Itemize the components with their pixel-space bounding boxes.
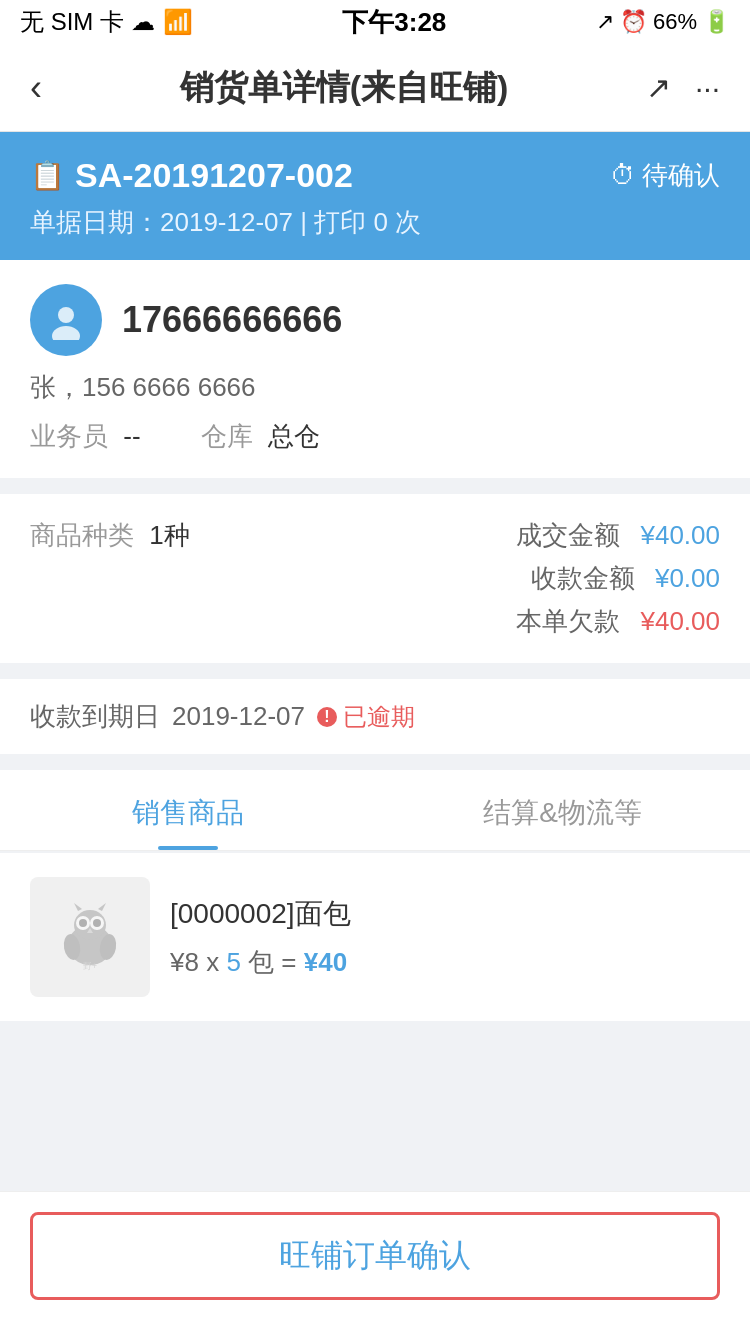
status-left: 无 SIM 卡 ☁ 📶 — [20, 6, 193, 38]
customer-meta: 业务员 -- 仓库 总仓 — [30, 419, 720, 454]
customer-name: 张，156 6666 6666 — [30, 370, 720, 405]
sim-label: 无 SIM 卡 ☁ — [20, 6, 155, 38]
back-button[interactable]: ‹ — [30, 67, 42, 109]
svg-text:野+: 野+ — [83, 961, 97, 971]
svg-point-6 — [79, 919, 87, 927]
due-date-value: 2019-12-07 — [172, 701, 305, 732]
order-date: 单据日期：2019-12-07 | 打印 0 次 — [30, 205, 720, 240]
sales-rep-value: -- — [123, 421, 140, 451]
bottom-bar: 旺铺订单确认 — [0, 1191, 750, 1334]
deal-amount-value: ¥40.00 — [640, 520, 720, 551]
share-icon[interactable]: ↗ — [646, 70, 671, 105]
svg-marker-12 — [98, 903, 106, 911]
equals-sign: = — [281, 947, 303, 977]
warehouse-label: 仓库 — [201, 421, 253, 451]
product-name: [0000002]面包 — [170, 895, 720, 933]
battery-icon: 🔋 — [703, 9, 730, 35]
status-right: ↗ ⏰ 66% 🔋 — [596, 9, 730, 35]
due-date-row: 收款到期日 2019-12-07 ! 已逾期 — [0, 679, 750, 754]
overdue-text: 已逾期 — [343, 701, 415, 733]
product-type-label: 商品种类 — [30, 520, 134, 550]
owed-amount-label: 本单欠款 — [516, 604, 620, 639]
deal-amount-label: 成交金额 — [516, 518, 620, 553]
clock-icon: ⏱ — [610, 160, 636, 191]
amounts-section: 成交金额 ¥40.00 收款金额 ¥0.00 本单欠款 ¥40.00 — [516, 518, 720, 639]
deal-amount-row: 成交金额 ¥40.00 — [516, 518, 720, 553]
order-status-badge: ⏱ 待确认 — [610, 158, 720, 193]
svg-point-7 — [93, 919, 101, 927]
alarm-icon: ⏰ — [620, 9, 647, 35]
product-type-field: 商品种类 1种 — [30, 518, 190, 553]
order-status-text: 待确认 — [642, 158, 720, 193]
received-amount-label: 收款金额 — [531, 561, 635, 596]
svg-point-1 — [52, 326, 80, 340]
received-amount-row: 收款金额 ¥0.00 — [531, 561, 720, 596]
product-price-row: ¥8 x 5 包 = ¥40 — [170, 945, 720, 980]
owed-amount-row: 本单欠款 ¥40.00 — [516, 604, 720, 639]
product-thumbnail: 野+ — [30, 877, 150, 997]
product-total: ¥40 — [304, 947, 347, 977]
product-name-text: 面包 — [295, 898, 351, 929]
summary-card: 商品种类 1种 成交金额 ¥40.00 收款金额 ¥0.00 本单欠款 ¥40.… — [0, 494, 750, 663]
product-qty: 5 — [226, 947, 240, 977]
warehouse-field: 仓库 总仓 — [201, 419, 320, 454]
sales-rep-label: 业务员 — [30, 421, 108, 451]
customer-phone: 17666666666 — [122, 299, 342, 341]
nav-actions: ↗ ··· — [646, 70, 720, 105]
due-date-label: 收款到期日 — [30, 699, 160, 734]
avatar — [30, 284, 102, 356]
svg-point-0 — [58, 307, 74, 323]
tab-settlement-label: 结算&物流等 — [483, 797, 642, 828]
customer-card: 17666666666 张，156 6666 6666 业务员 -- 仓库 总仓 — [0, 260, 750, 478]
order-number: 📋 SA-20191207-002 — [30, 156, 353, 195]
overdue-badge: ! 已逾期 — [317, 701, 415, 733]
nav-bar: ‹ 销货单详情(来自旺铺) ↗ ··· — [0, 44, 750, 132]
product-type-value: 1种 — [149, 520, 189, 550]
tab-sales-products-label: 销售商品 — [132, 797, 244, 828]
product-info: [0000002]面包 ¥8 x 5 包 = ¥40 — [170, 895, 720, 980]
more-icon[interactable]: ··· — [695, 71, 720, 105]
confirm-order-button[interactable]: 旺铺订单确认 — [30, 1212, 720, 1300]
overdue-icon: ! — [317, 707, 337, 727]
product-section: 野+ [0000002]面包 ¥8 x 5 包 = ¥40 — [0, 853, 750, 1021]
battery-label: 66% — [653, 9, 697, 35]
owed-amount-value: ¥40.00 — [640, 606, 720, 637]
wifi-icon: 📶 — [163, 8, 193, 36]
multiply-sign: x — [206, 947, 226, 977]
status-bar: 无 SIM 卡 ☁ 📶 下午3:28 ↗ ⏰ 66% 🔋 — [0, 0, 750, 44]
warehouse-value: 总仓 — [268, 421, 320, 451]
location-icon: ↗ — [596, 9, 614, 35]
tabs-bar: 销售商品 结算&物流等 — [0, 770, 750, 851]
sales-rep-field: 业务员 -- — [30, 419, 141, 454]
product-code: [0000002] — [170, 898, 295, 929]
tab-sales-products[interactable]: 销售商品 — [0, 770, 375, 850]
status-time: 下午3:28 — [342, 5, 446, 40]
unit-text: 包 — [248, 947, 274, 977]
order-number-text: SA-20191207-002 — [75, 156, 353, 195]
tab-settlement[interactable]: 结算&物流等 — [375, 770, 750, 850]
confirm-order-label: 旺铺订单确认 — [279, 1234, 471, 1278]
order-header-card: 📋 SA-20191207-002 ⏱ 待确认 单据日期：2019-12-07 … — [0, 132, 750, 260]
received-amount-value: ¥0.00 — [655, 563, 720, 594]
unit-price: ¥8 — [170, 947, 199, 977]
svg-marker-11 — [74, 903, 82, 911]
order-icon: 📋 — [30, 159, 65, 192]
page-title: 销货单详情(来自旺铺) — [180, 65, 509, 111]
product-item: 野+ [0000002]面包 ¥8 x 5 包 = ¥40 — [0, 853, 750, 1021]
